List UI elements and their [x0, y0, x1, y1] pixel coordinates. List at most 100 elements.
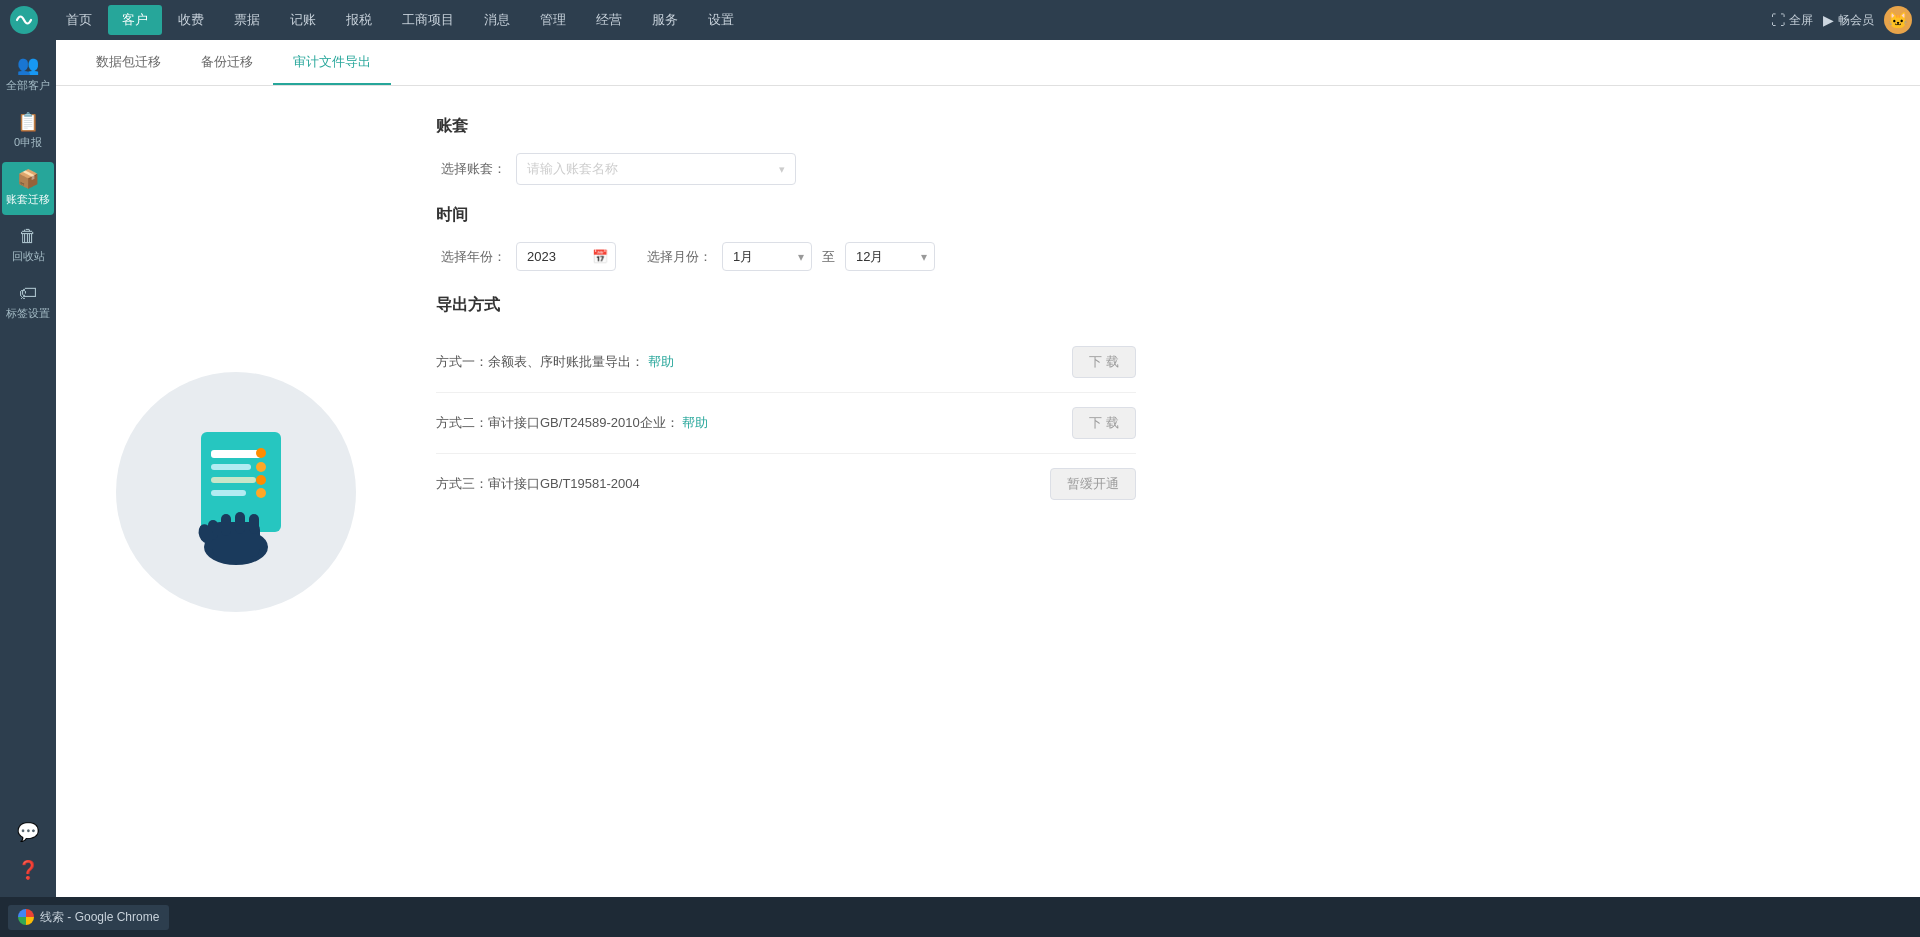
top-nav-right: ⛶ 全屏 ▶ 畅会员 🐱: [1771, 6, 1912, 34]
time-form-row: 选择年份： 📅 选择月份： 1月2月3月4月 5月6月7月8月 9月10月11月…: [436, 242, 1136, 271]
sidebar-item-tag-settings[interactable]: 🏷 标签设置: [2, 276, 54, 329]
svg-rect-14: [235, 512, 245, 534]
tab-audit-export[interactable]: 审计文件导出: [273, 41, 391, 85]
method3-text: 方式三：审计接口GB/T19581-2004: [436, 476, 640, 491]
sidebar-item-help[interactable]: 💬: [2, 815, 54, 849]
year-input[interactable]: [516, 242, 616, 271]
member-btn[interactable]: ▶ 畅会员: [1823, 12, 1874, 29]
sidebar-item-zero-declare[interactable]: 📋 0申报: [2, 105, 54, 158]
svg-point-9: [256, 488, 266, 498]
month-end-select[interactable]: 1月2月3月4月 5月6月7月8月 9月10月11月 12月: [845, 242, 935, 271]
method1-help-link[interactable]: 帮助: [648, 354, 674, 369]
all-customers-icon: 👥: [17, 56, 39, 74]
month-start-wrapper: 1月2月3月4月 5月6月7月8月 9月10月11月12月: [722, 242, 812, 271]
month-start-select[interactable]: 1月2月3月4月 5月6月7月8月 9月10月11月12月: [722, 242, 812, 271]
account-form-row: 选择账套： 请输入账套名称 ▾: [436, 153, 1136, 185]
tag-settings-icon: 🏷: [19, 284, 37, 302]
sidebar-item-feedback[interactable]: ❓: [2, 853, 54, 887]
chrome-icon: [18, 909, 34, 925]
export-method-3: 方式三：审计接口GB/T19581-2004 暂缓开通: [436, 454, 1136, 514]
svg-rect-13: [221, 514, 231, 536]
member-label: 畅会员: [1838, 12, 1874, 29]
nav-bookkeeping[interactable]: 记账: [276, 5, 330, 35]
svg-rect-15: [249, 514, 259, 534]
nav-operation[interactable]: 经营: [582, 5, 636, 35]
account-section-title: 账套: [436, 116, 1136, 137]
month-end-wrapper: 1月2月3月4月 5月6月7月8月 9月10月11月 12月: [845, 242, 935, 271]
sidebar-item-recycle[interactable]: 🗑 回收站: [2, 219, 54, 272]
svg-rect-3: [211, 464, 251, 470]
year-input-wrapper: 📅: [516, 242, 616, 271]
sidebar-item-label-all-customers: 全部客户: [6, 78, 50, 93]
help-icon: 💬: [17, 823, 39, 841]
nav-home[interactable]: 首页: [52, 5, 106, 35]
method3-open-btn[interactable]: 暂缓开通: [1050, 468, 1136, 500]
form-area: 账套 选择账套： 请输入账套名称 ▾ 时间 选择年份：: [436, 116, 1136, 867]
illustration-area: [96, 116, 376, 867]
account-select-arrow-icon: ▾: [779, 163, 785, 176]
page-content: 账套 选择账套： 请输入账套名称 ▾ 时间 选择年份：: [56, 86, 1920, 897]
member-icon: ▶: [1823, 12, 1834, 28]
sidebar-bottom: 💬 ❓: [2, 815, 54, 897]
method2-text: 方式二：审计接口GB/T24589-2010企业：: [436, 415, 679, 430]
method1-text: 方式一：余额表、序时账批量导出：: [436, 354, 644, 369]
tab-data-migrate[interactable]: 数据包迁移: [76, 41, 181, 85]
recycle-icon: 🗑: [19, 227, 37, 245]
content-area: 数据包迁移 备份迁移 审计文件导出: [56, 40, 1920, 897]
sidebar: 👥 全部客户 📋 0申报 📦 账套迁移 🗑 回收站 🏷 标签设置 💬 ❓: [0, 40, 56, 897]
nav-tax[interactable]: 报税: [332, 5, 386, 35]
top-nav: 首页 客户 收费 票据 记账 报税 工商项目 消息 管理 经营 服务 设置 ⛶ …: [0, 0, 1920, 40]
year-select-label: 选择年份：: [436, 248, 506, 266]
nav-income[interactable]: 收费: [164, 5, 218, 35]
taskbar: 线索 - Google Chrome: [0, 897, 1920, 937]
time-separator: 至: [822, 248, 835, 266]
export-method-1: 方式一：余额表、序时账批量导出： 帮助 下 载: [436, 332, 1136, 393]
account-migrate-icon: 📦: [17, 170, 39, 188]
account-select-placeholder: 请输入账套名称: [527, 160, 618, 178]
taskbar-item-label: 线索 - Google Chrome: [40, 909, 159, 926]
tabs-bar: 数据包迁移 备份迁移 审计文件导出: [56, 40, 1920, 86]
sidebar-item-all-customers[interactable]: 👥 全部客户: [2, 48, 54, 101]
illustration-circle: [116, 372, 356, 612]
sidebar-item-label-recycle: 回收站: [12, 249, 45, 264]
account-select-box[interactable]: 请输入账套名称 ▾: [516, 153, 796, 185]
export-method-3-label: 方式三：审计接口GB/T19581-2004: [436, 475, 640, 493]
export-method-2-label: 方式二：审计接口GB/T24589-2010企业： 帮助: [436, 414, 708, 432]
nav-manage[interactable]: 管理: [526, 5, 580, 35]
nav-service[interactable]: 服务: [638, 5, 692, 35]
sidebar-item-account-migrate[interactable]: 📦 账套迁移: [2, 162, 54, 215]
top-nav-items: 首页 客户 收费 票据 记账 报税 工商项目 消息 管理 经营 服务 设置: [52, 5, 1771, 35]
nav-invoice[interactable]: 票据: [220, 5, 274, 35]
app-logo: [8, 4, 40, 36]
method2-download-btn[interactable]: 下 载: [1072, 407, 1136, 439]
main-layout: 👥 全部客户 📋 0申报 📦 账套迁移 🗑 回收站 🏷 标签设置 💬 ❓: [0, 40, 1920, 897]
zero-declare-icon: 📋: [17, 113, 39, 131]
illustration-svg: [156, 402, 316, 582]
svg-point-8: [256, 475, 266, 485]
sidebar-item-label-account-migrate: 账套迁移: [6, 192, 50, 207]
export-method-2: 方式二：审计接口GB/T24589-2010企业： 帮助 下 载: [436, 393, 1136, 454]
time-section: 时间 选择年份： 📅 选择月份： 1月2月3月4月 5月6月7月8月: [436, 205, 1136, 271]
nav-message[interactable]: 消息: [470, 5, 524, 35]
sidebar-item-label-zero-declare: 0申报: [14, 135, 42, 150]
fullscreen-icon: ⛶: [1771, 12, 1785, 28]
tab-backup-migrate[interactable]: 备份迁移: [181, 41, 273, 85]
nav-customer[interactable]: 客户: [108, 5, 162, 35]
sidebar-item-label-tag-settings: 标签设置: [6, 306, 50, 321]
export-section-title: 导出方式: [436, 295, 1136, 316]
taskbar-chrome-item[interactable]: 线索 - Google Chrome: [8, 905, 169, 930]
account-select-label: 选择账套：: [436, 160, 506, 178]
fullscreen-btn[interactable]: ⛶ 全屏: [1771, 12, 1813, 29]
nav-settings[interactable]: 设置: [694, 5, 748, 35]
method2-help-link[interactable]: 帮助: [682, 415, 708, 430]
account-section: 账套 选择账套： 请输入账套名称 ▾: [436, 116, 1136, 185]
export-method-1-label: 方式一：余额表、序时账批量导出： 帮助: [436, 353, 674, 371]
nav-business[interactable]: 工商项目: [388, 5, 468, 35]
method1-download-btn[interactable]: 下 载: [1072, 346, 1136, 378]
export-section: 导出方式 方式一：余额表、序时账批量导出： 帮助 下 载 方式二：审计接口GB/…: [436, 295, 1136, 514]
user-avatar[interactable]: 🐱: [1884, 6, 1912, 34]
feedback-icon: ❓: [17, 861, 39, 879]
svg-rect-5: [211, 490, 246, 496]
month-select-label: 选择月份：: [642, 248, 712, 266]
fullscreen-label: 全屏: [1789, 12, 1813, 29]
